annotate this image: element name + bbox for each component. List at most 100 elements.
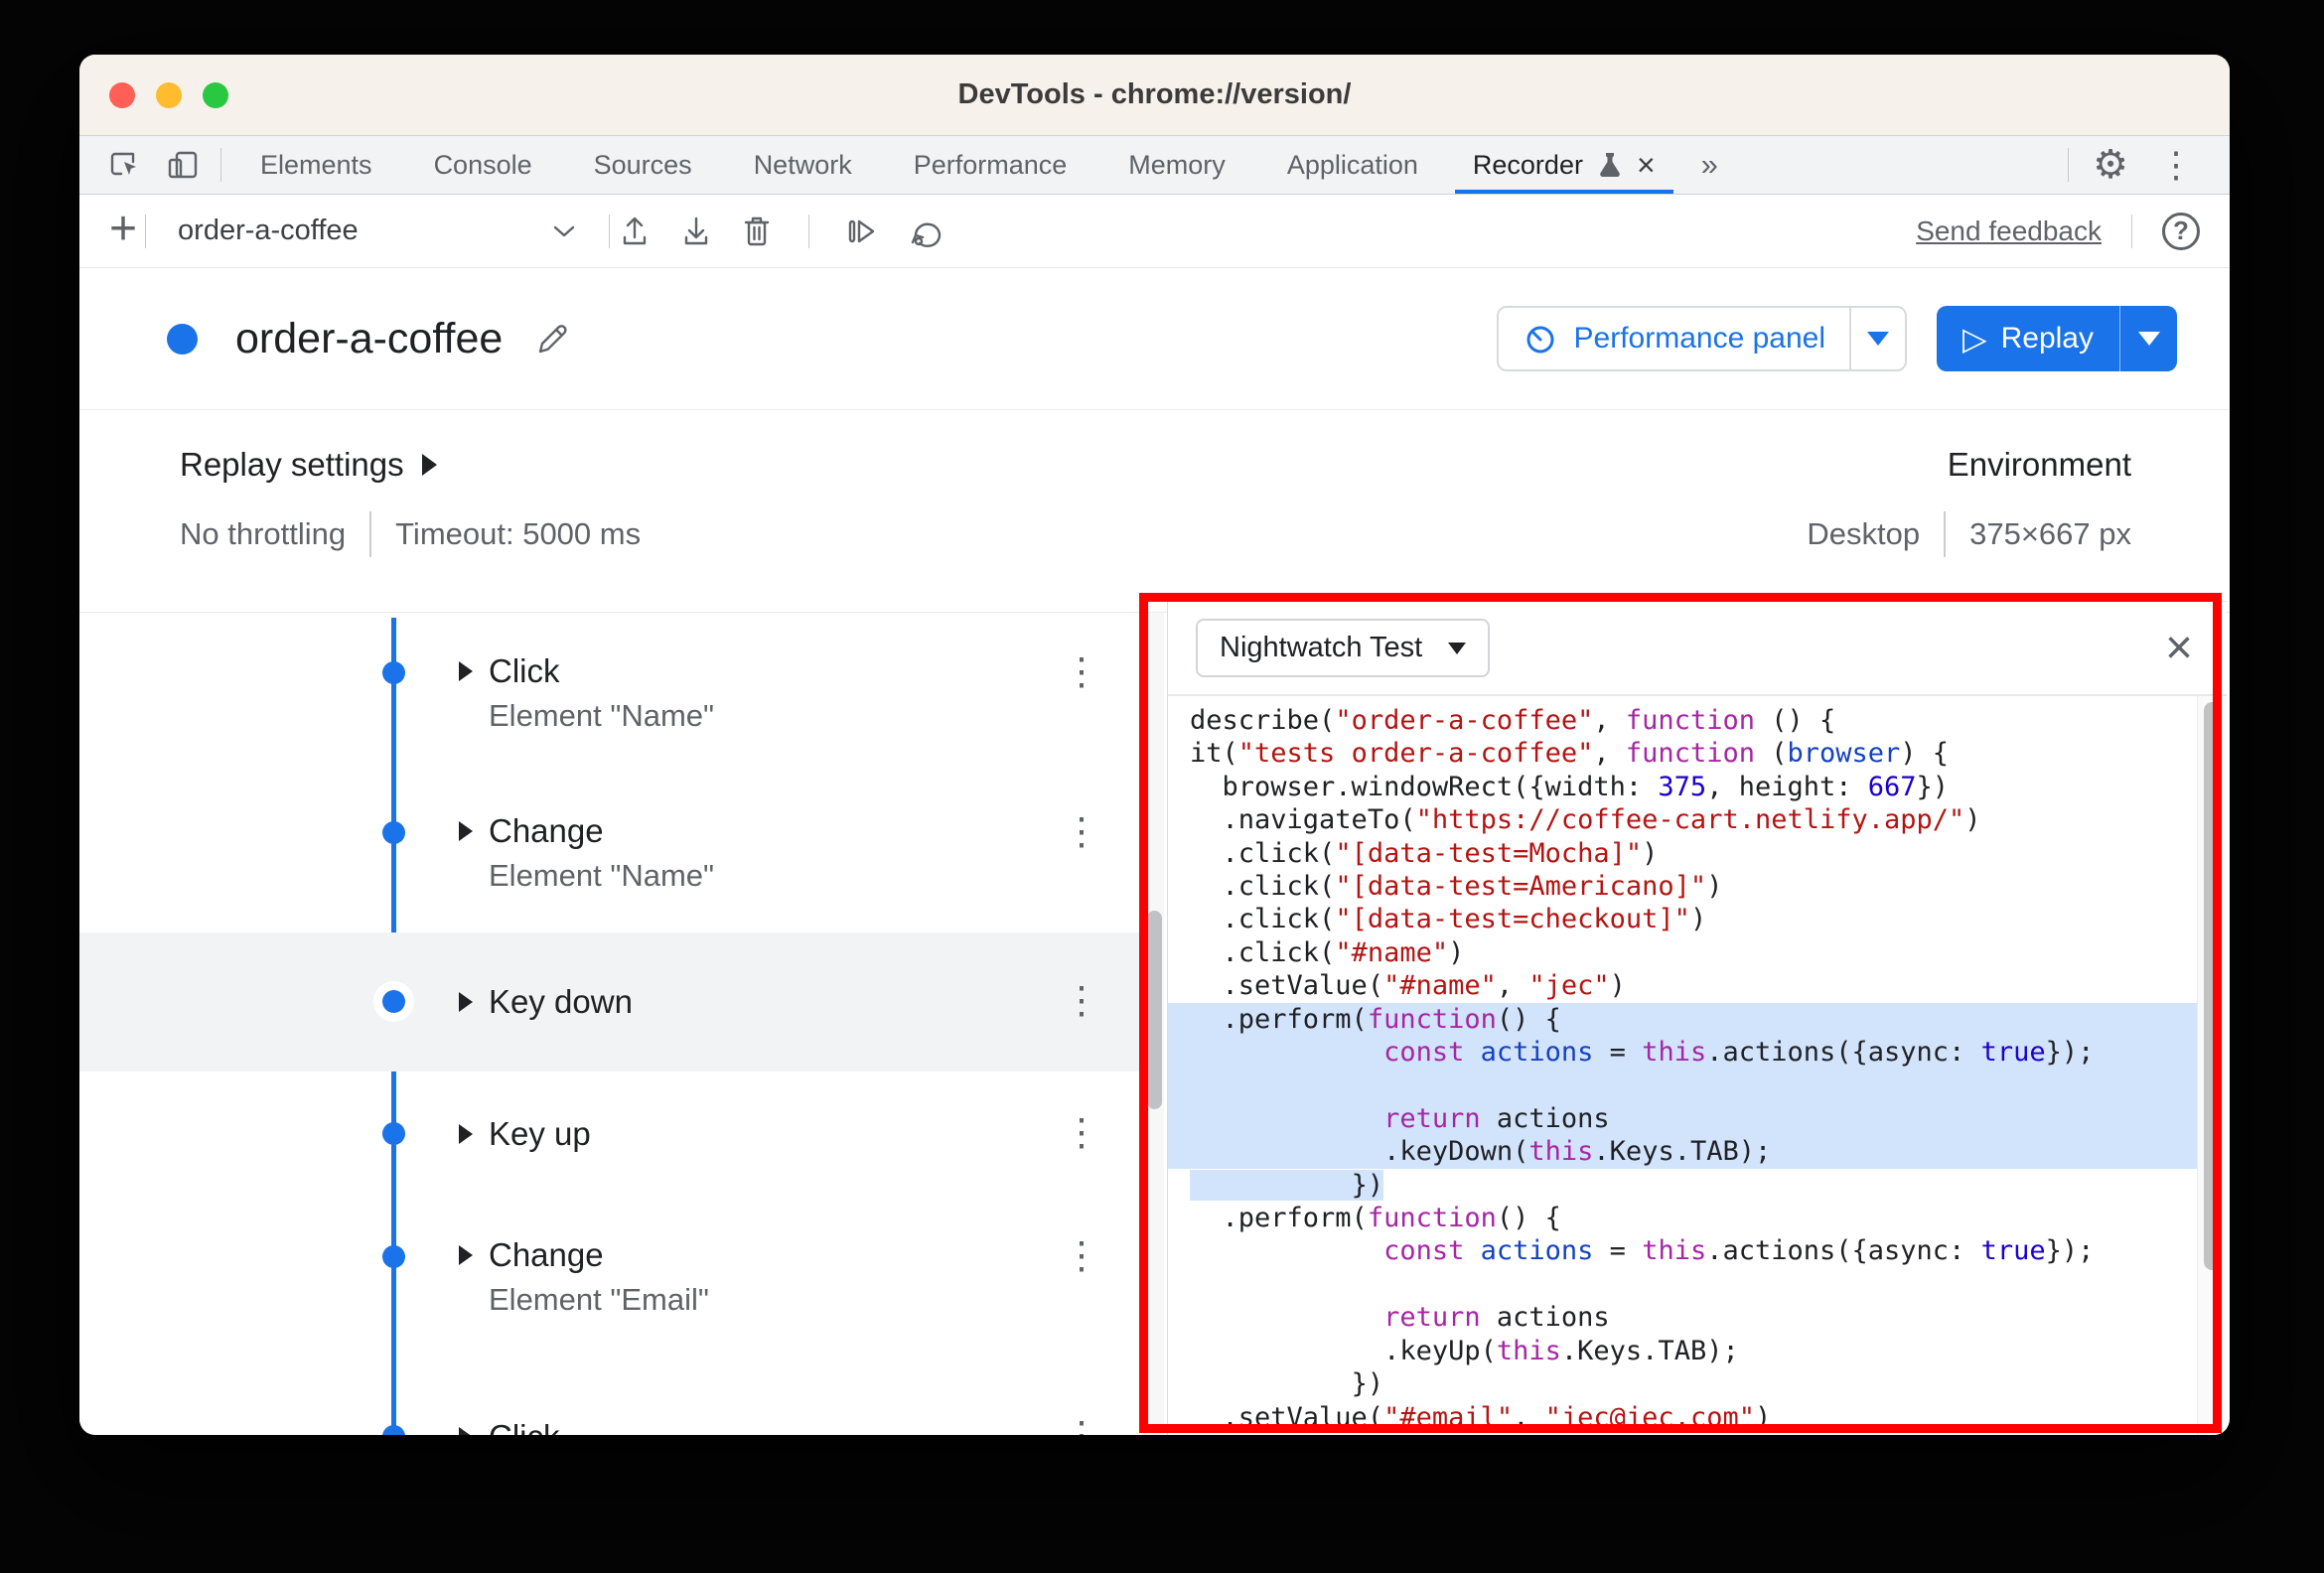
step-expander-icon[interactable] xyxy=(459,1124,473,1144)
step-expander-icon[interactable] xyxy=(459,820,473,841)
code-scrollbar[interactable] xyxy=(2197,696,2227,1435)
code-line[interactable] xyxy=(1168,1069,2227,1102)
step-expander-icon[interactable] xyxy=(459,660,473,681)
code-line[interactable]: return actions xyxy=(1168,1101,2227,1136)
recording-select-value: order-a-coffee xyxy=(178,214,359,246)
tab-memory[interactable]: Memory xyxy=(1097,136,1256,194)
devtools-window: DevTools - chrome://version/ Elements Con… xyxy=(79,55,2230,1435)
code-line[interactable]: .keyUp(this.Keys.TAB); xyxy=(1168,1335,2227,1367)
step-menu-kebab-icon[interactable]: ⋮ xyxy=(1063,1233,1100,1278)
tab-elements[interactable]: Elements xyxy=(229,136,403,194)
edit-title-pencil-icon[interactable] xyxy=(532,319,572,358)
separator xyxy=(145,214,147,248)
code-panel-header: Nightwatch Test × xyxy=(1168,602,2227,696)
step-row[interactable]: Click ⋮ xyxy=(79,1357,1144,1435)
expand-arrow-icon xyxy=(421,454,437,476)
delete-recording-icon[interactable] xyxy=(741,214,773,249)
separator xyxy=(1944,511,1947,557)
scrollbar-thumb[interactable] xyxy=(1147,911,1162,1109)
dropdown-caret-icon xyxy=(2137,332,2160,346)
step-menu-kebab-icon[interactable]: ⋮ xyxy=(1063,649,1100,694)
send-feedback-link[interactable]: Send feedback xyxy=(1916,215,2102,247)
step-subtitle: Element "Name" xyxy=(489,697,715,733)
replay-button[interactable]: ▷ Replay xyxy=(1937,306,2177,371)
code-line[interactable]: .click("[data-test=Americano]") xyxy=(1168,870,2227,903)
tab-sources[interactable]: Sources xyxy=(563,136,723,194)
help-icon[interactable]: ? xyxy=(2162,212,2200,250)
script-format-select[interactable]: Nightwatch Test xyxy=(1196,619,1491,677)
step-menu-kebab-icon[interactable]: ⋮ xyxy=(1063,809,1100,854)
performance-panel-button[interactable]: Performance panel xyxy=(1496,306,1907,371)
step-expander-icon[interactable] xyxy=(459,992,473,1012)
code-line[interactable]: }) xyxy=(1168,1169,2227,1202)
main-menu-kebab-icon[interactable]: ⋮ xyxy=(2144,144,2208,186)
step-through-replay-icon[interactable] xyxy=(845,214,879,248)
performance-panel-dropdown[interactable] xyxy=(1849,308,1905,369)
tab-recorder[interactable]: Recorder × xyxy=(1449,136,1679,194)
code-line[interactable]: const actions = this.actions({async: tru… xyxy=(1168,1036,2227,1070)
environment-label: Environment xyxy=(1947,446,2131,483)
recording-select[interactable]: order-a-coffee xyxy=(164,214,591,247)
step-row[interactable]: Key up ⋮ xyxy=(79,1072,1144,1197)
import-recording-icon[interactable] xyxy=(679,214,713,249)
code-line[interactable]: .click("[data-test=checkout]") xyxy=(1168,903,2227,935)
chevron-down-icon xyxy=(553,225,575,236)
step-row[interactable]: Key down ⋮ xyxy=(79,932,1144,1072)
code-line[interactable]: .click("#name") xyxy=(1168,936,2227,969)
timeline-dot xyxy=(382,1244,405,1268)
code-line[interactable]: it("tests order-a-coffee", function (bro… xyxy=(1168,737,2227,770)
dropdown-caret-icon xyxy=(1867,332,1889,346)
tab-recorder-label: Recorder xyxy=(1472,149,1583,180)
step-title: Key down xyxy=(489,983,633,1020)
settings-gear-icon[interactable]: ⚙ xyxy=(2077,142,2144,188)
code-line[interactable]: .perform(function() { xyxy=(1168,1002,2227,1037)
add-recording-icon[interactable]: + xyxy=(109,205,137,253)
code-line[interactable]: .setValue("#name", "jec") xyxy=(1168,969,2227,1002)
timeout-value: Timeout: 5000 ms xyxy=(395,516,642,551)
device-toolbar-icon[interactable] xyxy=(153,136,213,194)
export-recording-icon[interactable] xyxy=(618,214,652,249)
code-line[interactable]: return actions xyxy=(1168,1301,2227,1334)
steps-scrollbar[interactable] xyxy=(1144,613,1164,1435)
tab-console[interactable]: Console xyxy=(403,136,563,194)
code-line[interactable]: describe("order-a-coffee", function () { xyxy=(1168,704,2227,737)
scrollbar-thumb[interactable] xyxy=(2204,702,2221,1270)
more-tabs-icon[interactable]: » xyxy=(1679,136,1738,194)
code-line[interactable]: .click("[data-test=Mocha]") xyxy=(1168,837,2227,870)
code-line[interactable]: browser.windowRect({width: 375, height: … xyxy=(1168,771,2227,803)
steps-list: Click Element "Name" ⋮ Change Element "Name"… xyxy=(79,613,1144,1435)
code-line[interactable]: .setValue("#email", "jec@jec.com") xyxy=(1168,1401,2227,1434)
tab-performance[interactable]: Performance xyxy=(883,136,1098,194)
tab-close-icon[interactable]: × xyxy=(1637,149,1656,181)
titlebar: DevTools - chrome://version/ xyxy=(79,55,2230,136)
separator xyxy=(808,214,810,248)
separator xyxy=(609,214,611,248)
replay-settings-toggle[interactable]: Replay settings xyxy=(180,446,641,484)
step-row[interactable]: Change Element "Name" ⋮ xyxy=(79,773,1144,932)
close-code-panel-icon[interactable]: × xyxy=(2165,624,2193,672)
step-menu-kebab-icon[interactable]: ⋮ xyxy=(1063,1110,1100,1155)
code-body: describe("order-a-coffee", function () {… xyxy=(1168,696,2227,1435)
settings-row: Replay settings No throttling Timeout: 5… xyxy=(79,409,2230,613)
inspect-element-icon[interactable] xyxy=(95,136,153,194)
tab-network[interactable]: Network xyxy=(723,136,883,194)
step-expander-icon[interactable] xyxy=(459,1244,473,1265)
replay-loop-icon[interactable] xyxy=(907,214,946,248)
script-format-value: Nightwatch Test xyxy=(1220,632,1423,663)
code-line[interactable] xyxy=(1168,1268,2227,1301)
step-menu-kebab-icon[interactable]: ⋮ xyxy=(1063,978,1100,1023)
code-line[interactable]: }) xyxy=(1168,1367,2227,1400)
code-line[interactable]: .perform(function() { xyxy=(1168,1202,2227,1234)
step-expander-icon[interactable] xyxy=(459,1427,473,1435)
step-row[interactable]: Click Element "Name" ⋮ xyxy=(79,613,1144,773)
tab-application[interactable]: Application xyxy=(1256,136,1449,194)
step-menu-kebab-icon[interactable]: ⋮ xyxy=(1063,1413,1100,1435)
replay-label: Replay xyxy=(2000,322,2094,355)
code-line[interactable]: .navigateTo("https://coffee-cart.netlify… xyxy=(1168,803,2227,836)
timeline-dot xyxy=(382,820,405,844)
code-line[interactable]: const actions = this.actions({async: tru… xyxy=(1168,1234,2227,1267)
experiment-flask-icon xyxy=(1600,153,1620,177)
step-row[interactable]: Change Element "Email" ⋮ xyxy=(79,1197,1144,1357)
code-line[interactable]: .keyDown(this.Keys.TAB); xyxy=(1168,1135,2227,1169)
replay-dropdown[interactable] xyxy=(2119,306,2177,371)
